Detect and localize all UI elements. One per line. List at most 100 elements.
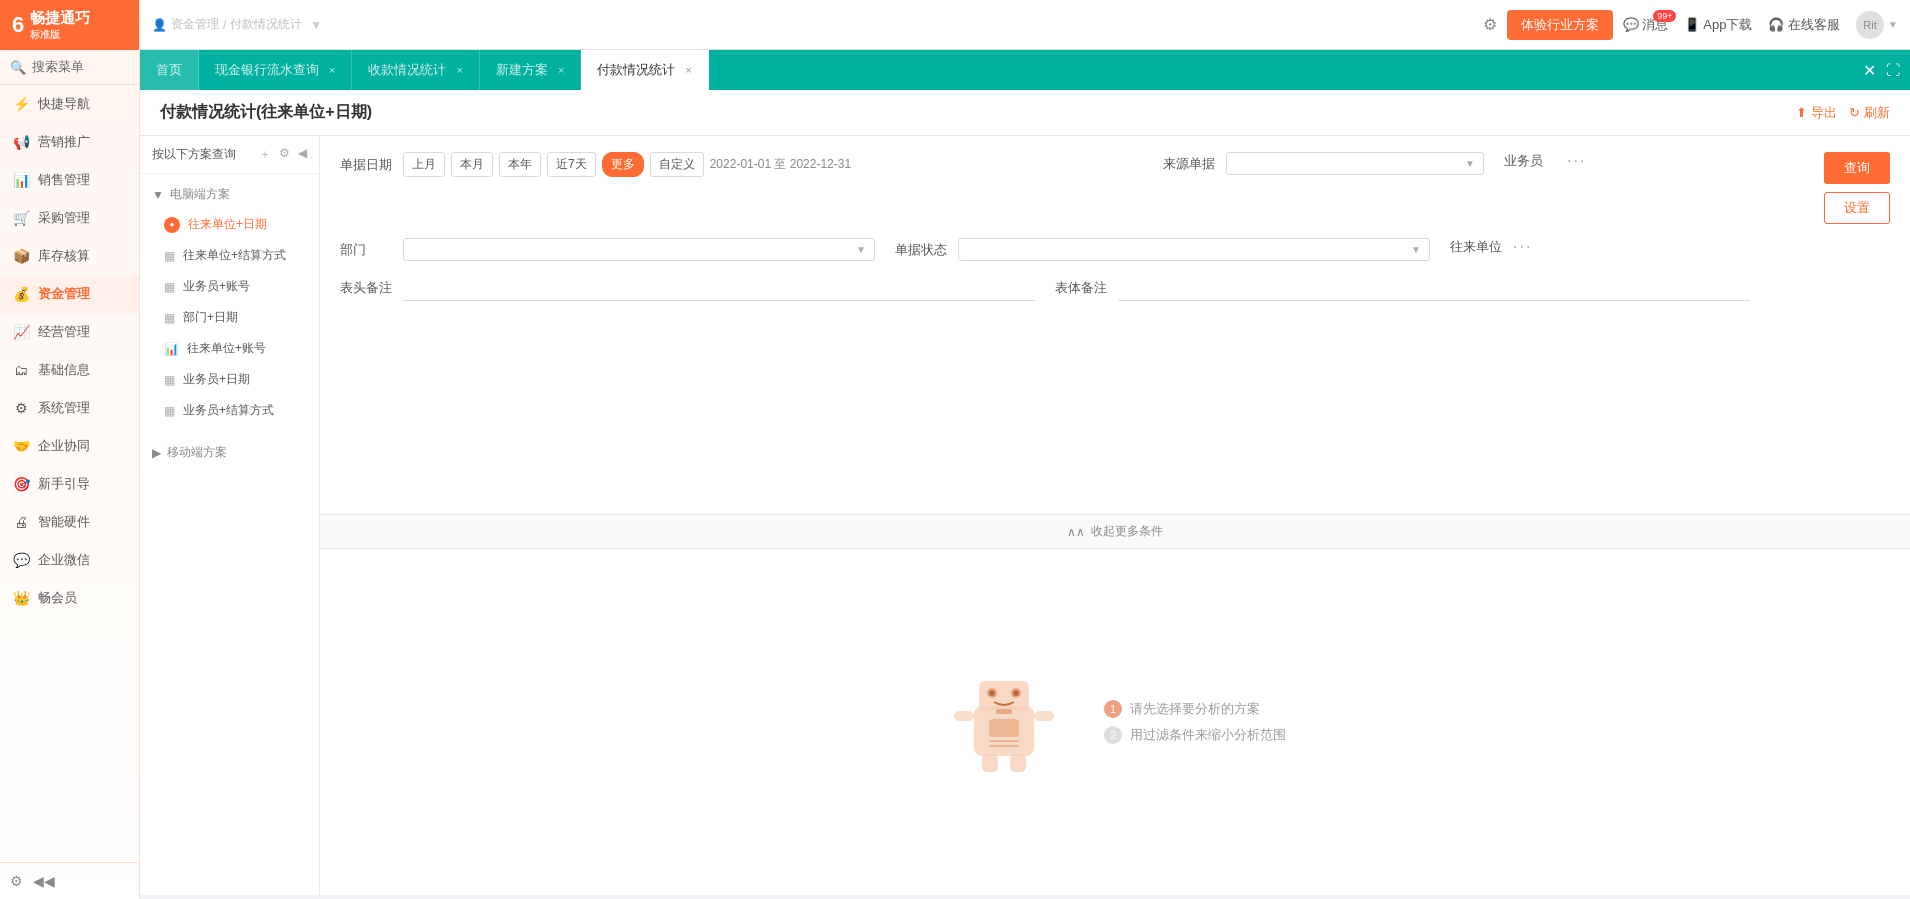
sidebar-item-capital[interactable]: 💰 资金管理: [0, 275, 139, 313]
tab-new-scheme[interactable]: 新建方案 ×: [480, 50, 581, 90]
svg-rect-11: [996, 709, 1012, 714]
counterpart-dots[interactable]: ···: [1513, 238, 1532, 256]
sidebar-item-purchase[interactable]: 🛒 采购管理: [0, 199, 139, 237]
chevron-right-icon: ▶: [152, 446, 161, 460]
tab-new-scheme-close[interactable]: ×: [558, 64, 564, 76]
sidebar-item-operation[interactable]: 📈 经营管理: [0, 313, 139, 351]
sidebar-search[interactable]: 🔍 搜索菜单: [0, 50, 139, 85]
operation-icon: 📈: [12, 323, 30, 341]
settings-bottom-btn[interactable]: ⚙: [10, 873, 23, 889]
scheme-item-dept-date[interactable]: ▦ 部门+日期: [140, 302, 319, 333]
chevron-down-icon: ▼: [1888, 19, 1898, 30]
group-label: 电脑端方案: [170, 186, 230, 203]
trial-industry-btn[interactable]: 体验行业方案: [1507, 10, 1613, 40]
search-icon: 🔍: [10, 60, 26, 75]
scheme-add-btn[interactable]: ＋: [259, 146, 271, 163]
export-btn[interactable]: ⬆ 导出: [1796, 104, 1837, 122]
table-icon: ▦: [164, 373, 175, 387]
sidebar-item-hardware[interactable]: 🖨 智能硬件: [0, 503, 139, 541]
date-btn-last-month[interactable]: 上月: [403, 152, 445, 177]
sidebar-item-guide[interactable]: 🎯 新手引导: [0, 465, 139, 503]
scheme-item-unit-date[interactable]: ● 往来单位+日期: [140, 209, 319, 240]
dept-select[interactable]: ▼: [403, 238, 875, 261]
export-label: 导出: [1811, 104, 1837, 122]
export-icon: ⬆: [1796, 105, 1807, 120]
content-wrapper: 按以下方案查询 ＋ ⚙ ◀ ▼ 电脑端方案 ● 往来单位+日期: [140, 136, 1910, 895]
date-btn-this-month[interactable]: 本月: [451, 152, 493, 177]
topbar-service-btn[interactable]: 🎧 在线客服: [1768, 16, 1840, 34]
sidebar-item-wechat[interactable]: 💬 企业微信: [0, 541, 139, 579]
scheme-item-unit-account[interactable]: 📊 往来单位+账号: [140, 333, 319, 364]
collapse-sidebar-btn[interactable]: ◀◀: [33, 873, 55, 889]
scheme-group-mobile-title[interactable]: ▶ 移动端方案: [140, 438, 319, 467]
empty-step-1: 1 请先选择要分析的方案: [1104, 700, 1286, 718]
header-remark-label: 表头备注: [340, 279, 395, 297]
sidebar-item-marketing[interactable]: 📢 营销推广: [0, 123, 139, 161]
tab-payment[interactable]: 付款情况统计 ×: [581, 50, 708, 90]
date-btn-more[interactable]: 更多: [602, 152, 644, 177]
date-btn-last-7days[interactable]: 近7天: [547, 152, 596, 177]
sidebar-item-inventory[interactable]: 📦 库存核算: [0, 237, 139, 275]
logo-name: 畅捷通巧: [30, 9, 90, 28]
scheme-panel-title: 按以下方案查询: [152, 146, 253, 163]
filter-row-1: 单据日期 上月 本月 本年 近7天 更多 自定义 2022-01-01 至 20…: [340, 152, 1890, 224]
date-range-display: 2022-01-01 至 2022-12-31: [710, 156, 851, 173]
main-content: 付款情况统计(往来单位+日期) ⬆ 导出 ↻ 刷新 按以下方案查询 ＋ ⚙ ◀: [140, 90, 1910, 899]
topbar-message-btn[interactable]: 💬 消息 99+: [1623, 16, 1669, 34]
tab-bank[interactable]: 现金银行流水查询 ×: [199, 50, 352, 90]
maximize-window-icon[interactable]: ⛶: [1886, 62, 1900, 78]
topbar-right: 💬 消息 99+ 📱 App下载 🎧 在线客服 Rit ▼: [1623, 11, 1898, 39]
refresh-btn[interactable]: ↻ 刷新: [1849, 104, 1890, 122]
scheme-item-unit-settlement[interactable]: ▦ 往来单位+结算方式: [140, 240, 319, 271]
voucher-status-select[interactable]: ▼: [958, 238, 1430, 261]
breadcrumb-dropdown-icon[interactable]: ▼: [310, 18, 322, 32]
voucher-date-label: 单据日期: [340, 156, 395, 174]
svg-rect-1: [979, 681, 1029, 711]
sidebar-item-system[interactable]: ⚙ 系统管理: [0, 389, 139, 427]
scheme-item-staff-settlement[interactable]: ▦ 业务员+结算方式: [140, 395, 319, 426]
tab-bank-close[interactable]: ×: [329, 64, 335, 76]
tab-receipt[interactable]: 收款情况统计 ×: [352, 50, 479, 90]
sidebar-item-label: 基础信息: [38, 361, 90, 379]
sidebar-item-member[interactable]: 👑 畅会员: [0, 579, 139, 617]
source-select[interactable]: ▼: [1226, 152, 1484, 175]
topbar: 👤 资金管理 / 付款情况统计 ▼ ⚙ 体验行业方案 💬 消息 99+ 📱 Ap…: [140, 0, 1910, 50]
scheme-collapse-btn[interactable]: ◀: [298, 146, 307, 163]
scheme-active-dot: ●: [164, 217, 180, 233]
topbar-app-download-btn[interactable]: 📱 App下载: [1684, 16, 1752, 34]
scheme-group-desktop-title[interactable]: ▼ 电脑端方案: [140, 180, 319, 209]
scheme-item-label: 部门+日期: [183, 309, 238, 326]
date-btn-this-year[interactable]: 本年: [499, 152, 541, 177]
robot-container: 1 请先选择要分析的方案 2 用过滤条件来缩小分析范围: [944, 606, 1286, 839]
tab-payment-close[interactable]: ×: [685, 64, 691, 76]
sidebar-item-basic[interactable]: 🗂 基础信息: [0, 351, 139, 389]
tab-receipt-close[interactable]: ×: [456, 64, 462, 76]
guide-icon: 🎯: [12, 475, 30, 493]
settings-filter-btn[interactable]: 设置: [1824, 192, 1890, 224]
sidebar-item-sales[interactable]: 📊 销售管理: [0, 161, 139, 199]
topbar-gear-btn[interactable]: ⚙: [1483, 15, 1497, 34]
topbar-user-avatar[interactable]: Rit ▼: [1856, 11, 1898, 39]
scheme-item-staff-account[interactable]: ▦ 业务员+账号: [140, 271, 319, 302]
avatar-placeholder: 👤: [152, 18, 167, 32]
page-header: 付款情况统计(往来单位+日期) ⬆ 导出 ↻ 刷新: [140, 90, 1910, 136]
sidebar-item-label: 营销推广: [38, 133, 90, 151]
sidebar-item-label: 新手引导: [38, 475, 90, 493]
sidebar-item-enterprise[interactable]: 🤝 企业协同: [0, 427, 139, 465]
header-remark-input[interactable]: [403, 275, 1035, 301]
collapse-conditions-btn[interactable]: ∧∧ 收起更多条件: [320, 514, 1910, 549]
step-num-2: 2: [1104, 726, 1122, 744]
sidebar-item-quick-nav[interactable]: ⚡ 快捷导航: [0, 85, 139, 123]
chevron-down-icon: ▼: [152, 188, 164, 202]
staff-dots[interactable]: ···: [1567, 152, 1586, 170]
query-btn[interactable]: 查询: [1824, 152, 1890, 184]
date-btn-custom[interactable]: 自定义: [650, 152, 704, 177]
dept-label: 部门: [340, 241, 395, 259]
body-remark-input[interactable]: [1118, 275, 1750, 301]
sidebar-item-label: 系统管理: [38, 399, 90, 417]
scheme-gear-btn[interactable]: ⚙: [279, 146, 290, 163]
close-window-icon[interactable]: ✕: [1863, 61, 1876, 80]
sidebar-item-label: 快捷导航: [38, 95, 90, 113]
tab-home[interactable]: 首页: [140, 50, 199, 90]
scheme-item-staff-date[interactable]: ▦ 业务员+日期: [140, 364, 319, 395]
